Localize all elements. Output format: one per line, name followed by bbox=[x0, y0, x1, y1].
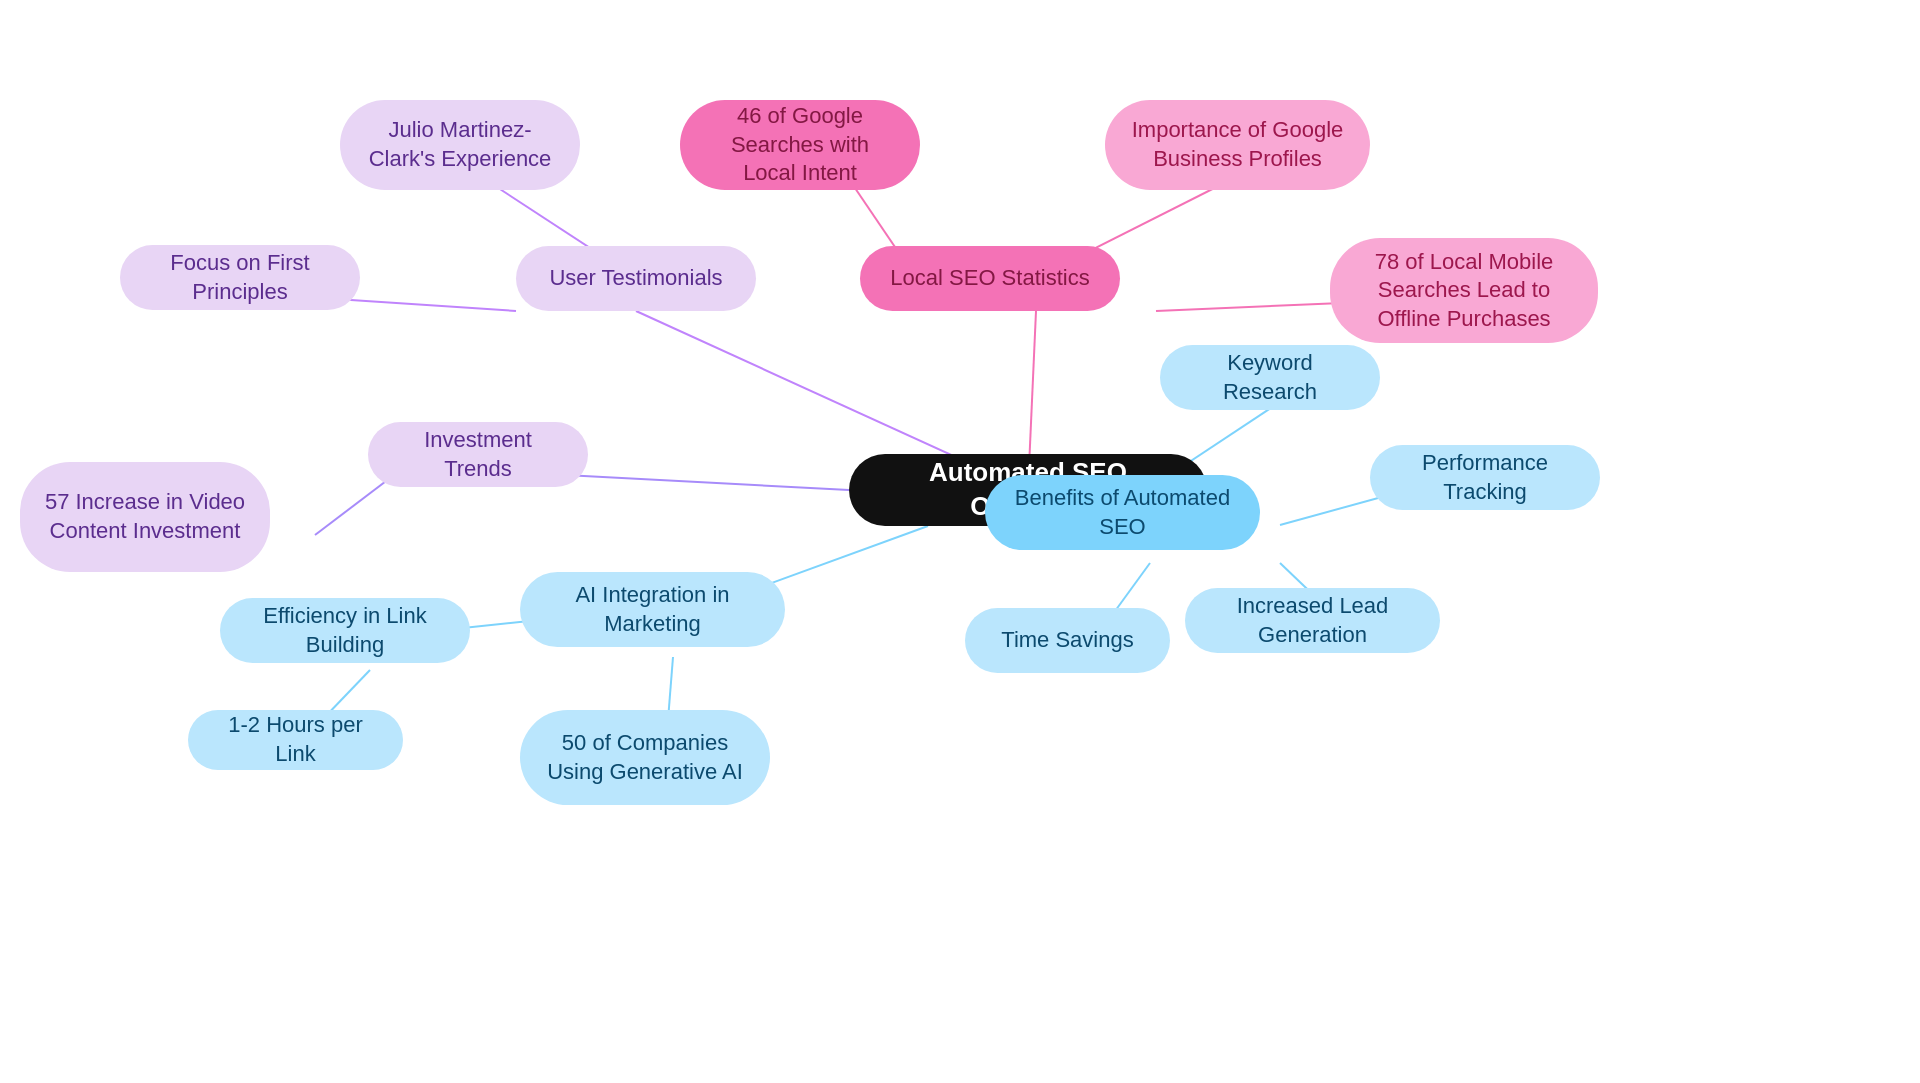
google-searches-local-intent-node: 46 of Google Searches with Local Intent bbox=[680, 100, 920, 190]
local-seo-statistics-node: Local SEO Statistics bbox=[860, 246, 1120, 311]
focus-first-principles-node: Focus on First Principles bbox=[120, 245, 360, 310]
performance-tracking-node: Performance Tracking bbox=[1370, 445, 1600, 510]
google-business-profiles-node: Importance of Google Business Profiles bbox=[1105, 100, 1370, 190]
benefits-automated-seo-node: Benefits of Automated SEO bbox=[985, 475, 1260, 550]
efficiency-link-building-node: Efficiency in Link Building bbox=[220, 598, 470, 663]
companies-generative-ai-node: 50 of Companies Using Generative AI bbox=[520, 710, 770, 805]
hours-per-link-node: 1-2 Hours per Link bbox=[188, 710, 403, 770]
lead-generation-node: Increased Lead Generation bbox=[1185, 588, 1440, 653]
video-content-investment-node: 57 Increase in Video Content Investment bbox=[20, 462, 270, 572]
time-savings-node: Time Savings bbox=[965, 608, 1170, 673]
keyword-research-node: Keyword Research bbox=[1160, 345, 1380, 410]
mindmap-container: Automated SEO Overview User Testimonials… bbox=[0, 0, 1920, 1083]
user-testimonials-node: User Testimonials bbox=[516, 246, 756, 311]
ai-integration-node: AI Integration in Marketing bbox=[520, 572, 785, 647]
connections-svg bbox=[0, 0, 1920, 1083]
local-mobile-searches-node: 78 of Local Mobile Searches Lead to Offl… bbox=[1330, 238, 1598, 343]
julio-experience-node: Julio Martinez-Clark's Experience bbox=[340, 100, 580, 190]
investment-trends-node: Investment Trends bbox=[368, 422, 588, 487]
